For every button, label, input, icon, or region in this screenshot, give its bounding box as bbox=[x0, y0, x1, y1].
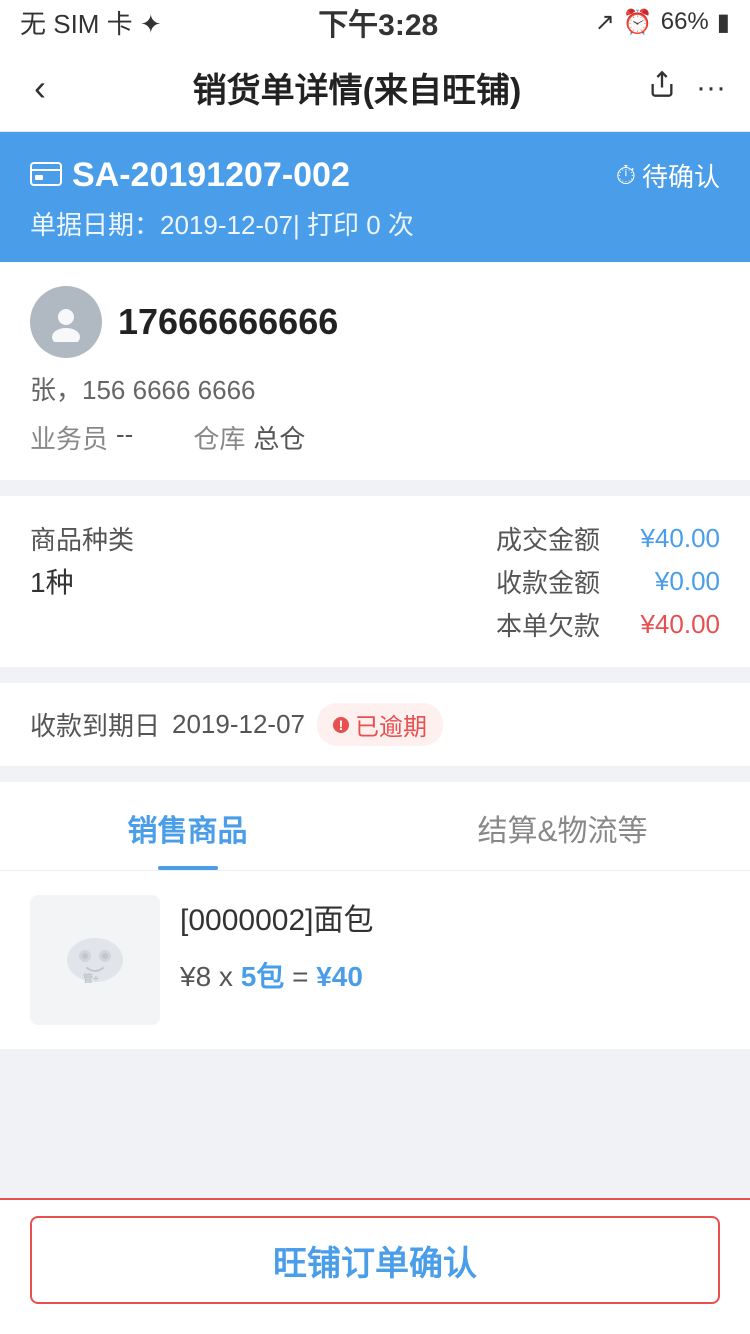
status-time: 下午3:28 bbox=[318, 0, 438, 44]
share-button[interactable] bbox=[648, 70, 676, 106]
due-date-label: 收款到期日 bbox=[30, 706, 160, 743]
alarm-icon: ⏰ bbox=[623, 8, 653, 37]
nav-actions: ··· bbox=[648, 70, 726, 106]
order-icon bbox=[30, 156, 62, 195]
order-header: SA-20191207-002 ⏱ 待确认 单据日期：2019-12-07| 打… bbox=[0, 132, 750, 262]
product-price: ¥8 x 5包 = ¥40 bbox=[180, 955, 720, 995]
overdue-icon: ! bbox=[333, 717, 349, 733]
location-icon: ↗ bbox=[595, 8, 615, 37]
status-right: ↗ ⏰ 66% ▮ bbox=[595, 8, 730, 37]
battery-level: 66% bbox=[661, 8, 709, 36]
summary-amounts: 成交金额 ¥40.00 收款金额 ¥0.00 本单欠款 ¥40.00 bbox=[496, 520, 720, 643]
due-date-section: 收款到期日 2019-12-07 ! 已逾期 bbox=[0, 683, 750, 766]
sim-status: 无 SIM 卡 ✦ bbox=[20, 4, 162, 41]
amount-label-1: 收款金额 bbox=[496, 563, 600, 600]
product-name: [0000002]面包 bbox=[180, 895, 720, 939]
tabs-container: 销售商品 结算&物流等 bbox=[0, 782, 750, 871]
summary-section: 商品种类 1种 成交金额 ¥40.00 收款金额 ¥0.00 本单欠款 ¥40.… bbox=[0, 496, 750, 667]
sales-label: 业务员 bbox=[30, 419, 108, 456]
overdue-badge: ! 已逾期 bbox=[317, 703, 443, 746]
customer-avatar bbox=[30, 286, 102, 358]
order-id-container: SA-20191207-002 bbox=[30, 156, 350, 195]
order-status-text: 待确认 bbox=[642, 157, 720, 194]
status-bar: 无 SIM 卡 ✦ 下午3:28 ↗ ⏰ 66% ▮ bbox=[0, 0, 750, 44]
price-text: ¥8 x bbox=[180, 961, 233, 992]
nav-bar: ‹ 销货单详情(来自旺铺) ··· bbox=[0, 44, 750, 132]
amount-value-1: ¥0.00 bbox=[620, 566, 720, 597]
due-date-value: 2019-12-07 bbox=[172, 709, 305, 740]
tab-settlement[interactable]: 结算&物流等 bbox=[375, 782, 750, 870]
customer-meta: 业务员 -- 仓库 总仓 bbox=[30, 419, 720, 456]
product-image: 管+ bbox=[30, 895, 160, 1025]
back-button[interactable]: ‹ bbox=[24, 57, 56, 119]
customer-section: 17666666666 张，156 6666 6666 业务员 -- 仓库 总仓 bbox=[0, 262, 750, 480]
product-section: 管+ [0000002]面包 ¥8 x 5包 = ¥40 bbox=[0, 871, 750, 1049]
tab-products[interactable]: 销售商品 bbox=[0, 782, 375, 870]
amount-label-0: 成交金额 bbox=[496, 520, 600, 557]
order-status: ⏱ 待确认 bbox=[616, 157, 720, 194]
more-button[interactable]: ··· bbox=[696, 71, 726, 105]
customer-name: 张，156 6666 6666 bbox=[30, 370, 720, 407]
overdue-label: 已逾期 bbox=[355, 707, 427, 742]
amount-value-2: ¥40.00 bbox=[620, 609, 720, 640]
bottom-bar: 旺铺订单确认 bbox=[0, 1198, 750, 1334]
product-item: 管+ [0000002]面包 ¥8 x 5包 = ¥40 bbox=[30, 895, 720, 1025]
battery-icon: ▮ bbox=[717, 8, 730, 37]
amount-value-0: ¥40.00 bbox=[620, 523, 720, 554]
warehouse-label: 仓库 bbox=[193, 419, 245, 456]
price-separator: = bbox=[292, 961, 316, 992]
product-type-value: 1种 bbox=[30, 561, 134, 601]
product-type-label: 商品种类 bbox=[30, 520, 134, 557]
amount-label-2: 本单欠款 bbox=[496, 606, 600, 643]
product-qty: 5包 bbox=[241, 961, 285, 992]
status-left: 无 SIM 卡 ✦ bbox=[20, 4, 162, 41]
content-area: 管+ [0000002]面包 ¥8 x 5包 = ¥40 bbox=[0, 871, 750, 1185]
svg-text:管+: 管+ bbox=[83, 972, 99, 985]
customer-phone: 17666666666 bbox=[118, 301, 338, 343]
tabs: 销售商品 结算&物流等 bbox=[0, 782, 750, 871]
clock-icon: ⏱ bbox=[616, 160, 636, 192]
confirm-order-button[interactable]: 旺铺订单确认 bbox=[30, 1216, 720, 1304]
order-id-text: SA-20191207-002 bbox=[72, 156, 350, 195]
sales-value: -- bbox=[116, 419, 133, 456]
product-total: ¥40 bbox=[316, 961, 363, 992]
product-info: [0000002]面包 ¥8 x 5包 = ¥40 bbox=[180, 895, 720, 995]
warehouse-value: 总仓 bbox=[253, 419, 305, 456]
page-title: 销货单详情(来自旺铺) bbox=[66, 63, 648, 112]
order-date: 单据日期：2019-12-07| 打印 0 次 bbox=[30, 205, 720, 242]
